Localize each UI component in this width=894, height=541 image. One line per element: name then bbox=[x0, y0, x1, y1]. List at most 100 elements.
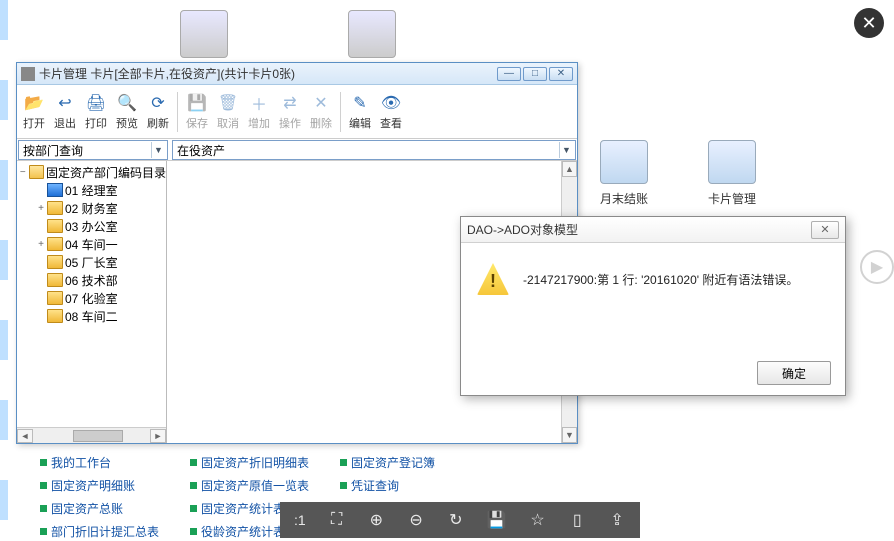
tree-item-label: 06 技术部 bbox=[65, 272, 118, 289]
folder-icon bbox=[47, 255, 63, 269]
link-label: 固定资产折旧明细表 bbox=[201, 454, 309, 471]
quick-link-4[interactable]: 固定资产原值一览表 bbox=[190, 477, 340, 494]
exit-button[interactable]: ↩退出 bbox=[50, 88, 80, 136]
tree-item-01[interactable]: 01 经理室 bbox=[17, 181, 166, 199]
quick-link-2[interactable]: 固定资产登记簿 bbox=[340, 454, 490, 471]
tree-item-07[interactable]: 07 化验室 bbox=[17, 289, 166, 307]
add-icon: ＋ bbox=[249, 93, 269, 113]
bullet-icon bbox=[190, 528, 197, 535]
next-arrow-button[interactable]: ▶ bbox=[860, 250, 894, 284]
quick-link-3[interactable]: 固定资产明细账 bbox=[40, 477, 190, 494]
bullet-icon bbox=[40, 459, 47, 466]
dialog-close-button[interactable]: ✕ bbox=[811, 221, 839, 239]
tb-label: 删除 bbox=[310, 115, 332, 131]
folder-icon bbox=[47, 219, 63, 233]
quick-link-6[interactable]: 固定资产总账 bbox=[40, 500, 190, 517]
dialog-titlebar[interactable]: DAO->ADO对象模型 ✕ bbox=[461, 217, 845, 243]
link-label: 我的工作台 bbox=[51, 454, 111, 471]
tb-label: 保存 bbox=[186, 115, 208, 131]
link-label: 固定资产统计表 bbox=[201, 500, 285, 517]
month-end-icon bbox=[600, 140, 648, 184]
zoom-in-icon[interactable]: ⊕ bbox=[367, 510, 385, 530]
folder-icon bbox=[47, 273, 63, 287]
rotate-icon[interactable]: ↻ bbox=[447, 510, 465, 530]
edit-button[interactable]: ✎编辑 bbox=[345, 88, 375, 136]
tree-item-02[interactable]: +02 财务室 bbox=[17, 199, 166, 217]
tree-item-05[interactable]: 05 厂长室 bbox=[17, 253, 166, 271]
tb-label: 打印 bbox=[85, 115, 107, 131]
folder-icon bbox=[47, 201, 63, 215]
folder-icon bbox=[47, 183, 63, 197]
tree-root[interactable]: −固定资产部门编码目录 bbox=[17, 163, 166, 181]
quick-link-1[interactable]: 固定资产折旧明细表 bbox=[190, 454, 340, 471]
close-button[interactable]: ✕ bbox=[549, 67, 573, 81]
tb-label: 打开 bbox=[23, 115, 45, 131]
tb-label: 刷新 bbox=[147, 115, 169, 131]
bullet-icon bbox=[40, 482, 47, 489]
open-button[interactable]: 📂 打开 bbox=[19, 88, 49, 136]
print-button[interactable]: 🖨 打印 bbox=[81, 88, 111, 136]
tree-item-label: 08 车间二 bbox=[65, 308, 118, 325]
expand-toggle[interactable]: + bbox=[35, 203, 47, 214]
link-label: 固定资产原值一览表 bbox=[201, 477, 309, 494]
scroll-left-arrow[interactable]: ◄ bbox=[17, 429, 33, 443]
left-decor-strip bbox=[0, 0, 8, 541]
tree-h-scrollbar[interactable]: ◄ ► bbox=[17, 427, 166, 443]
link-label: 固定资产明细账 bbox=[51, 477, 135, 494]
ok-button[interactable]: 确定 bbox=[757, 361, 831, 385]
star-icon[interactable]: ☆ bbox=[529, 510, 547, 530]
filter-left-value: 按部门查询 bbox=[21, 142, 151, 159]
warning-icon bbox=[477, 263, 509, 295]
card-mgmt-icon bbox=[708, 140, 756, 184]
quick-link-5[interactable]: 凭证查询 bbox=[340, 477, 490, 494]
device-icon[interactable]: ▯ bbox=[568, 510, 586, 530]
tree-item-label: 02 财务室 bbox=[65, 200, 118, 217]
scroll-right-arrow[interactable]: ► bbox=[150, 429, 166, 443]
filter-bar: 按部门查询 ▼ 在役资产 ▼ bbox=[17, 139, 577, 161]
filter-right-combo[interactable]: 在役资产 ▼ bbox=[172, 140, 576, 160]
titlebar[interactable]: 卡片管理 卡片[全部卡片,在役资产](共计卡片0张) — □ ✕ bbox=[17, 63, 577, 85]
viewer-control-bar: :1 ⛶ ⊕ ⊖ ↻ 💾 ☆ ▯ ⇪ bbox=[280, 502, 640, 538]
tree-item-label: 07 化验室 bbox=[65, 290, 118, 307]
preview-button[interactable]: 🔍预览 bbox=[112, 88, 142, 136]
tb-label: 编辑 bbox=[349, 115, 371, 131]
desktop-icon-card-mgmt[interactable]: 卡片管理 bbox=[708, 140, 756, 207]
maximize-button[interactable]: □ bbox=[523, 67, 547, 81]
save-icon[interactable]: 💾 bbox=[487, 510, 507, 530]
link-label: 固定资产登记簿 bbox=[351, 454, 435, 471]
desktop-icon-month-end[interactable]: 月末结账 bbox=[600, 140, 648, 207]
expand-toggle[interactable]: + bbox=[35, 239, 47, 250]
quick-link-0[interactable]: 我的工作台 bbox=[40, 454, 190, 471]
bg-icon-2 bbox=[348, 10, 396, 58]
close-overlay-button[interactable]: ✕ bbox=[854, 8, 884, 38]
tree-item-04[interactable]: +04 车间一 bbox=[17, 235, 166, 253]
toolbar: 📂打开↩退出🖨打印🔍预览⟳刷新💾保存🗑取消＋增加⇄操作✕删除✎编辑👁查看 bbox=[17, 85, 577, 139]
tree-item-06[interactable]: 06 技术部 bbox=[17, 271, 166, 289]
refresh-icon: ⟳ bbox=[148, 93, 168, 113]
desktop-icons: 月末结账 卡片管理 bbox=[600, 140, 756, 207]
share-icon[interactable]: ⇪ bbox=[608, 510, 626, 530]
scroll-thumb[interactable] bbox=[73, 430, 123, 442]
dialog-title: DAO->ADO对象模型 bbox=[467, 221, 811, 238]
filter-right-value: 在役资产 bbox=[175, 142, 559, 159]
tree-item-03[interactable]: 03 办公室 bbox=[17, 217, 166, 235]
tree-item-08[interactable]: 08 车间二 bbox=[17, 307, 166, 325]
zoom-out-icon[interactable]: ⊖ bbox=[407, 510, 425, 530]
scroll-down-arrow[interactable]: ▼ bbox=[562, 427, 577, 443]
view-button[interactable]: 👁查看 bbox=[376, 88, 406, 136]
filter-left-combo[interactable]: 按部门查询 ▼ bbox=[18, 140, 168, 160]
tb-label: 取消 bbox=[217, 115, 239, 131]
open-icon: 📂 bbox=[24, 93, 44, 113]
refresh-button[interactable]: ⟳ 刷新 bbox=[143, 88, 173, 136]
print-icon: 🖨 bbox=[86, 93, 106, 113]
scroll-up-arrow[interactable]: ▲ bbox=[562, 161, 577, 177]
quick-link-9[interactable]: 部门折旧计提汇总表 bbox=[40, 523, 190, 540]
tb-label: 增加 bbox=[248, 115, 270, 131]
bullet-icon bbox=[190, 482, 197, 489]
save-button: 💾保存 bbox=[182, 88, 212, 136]
dialog-message: -2147217900:第 1 行: '20161020' 附近有语法错误。 bbox=[523, 271, 798, 288]
minimize-button[interactable]: — bbox=[497, 67, 521, 81]
fullscreen-icon[interactable]: ⛶ bbox=[328, 510, 346, 530]
expand-toggle[interactable]: − bbox=[17, 167, 29, 178]
tb-label: 查看 bbox=[380, 115, 402, 131]
